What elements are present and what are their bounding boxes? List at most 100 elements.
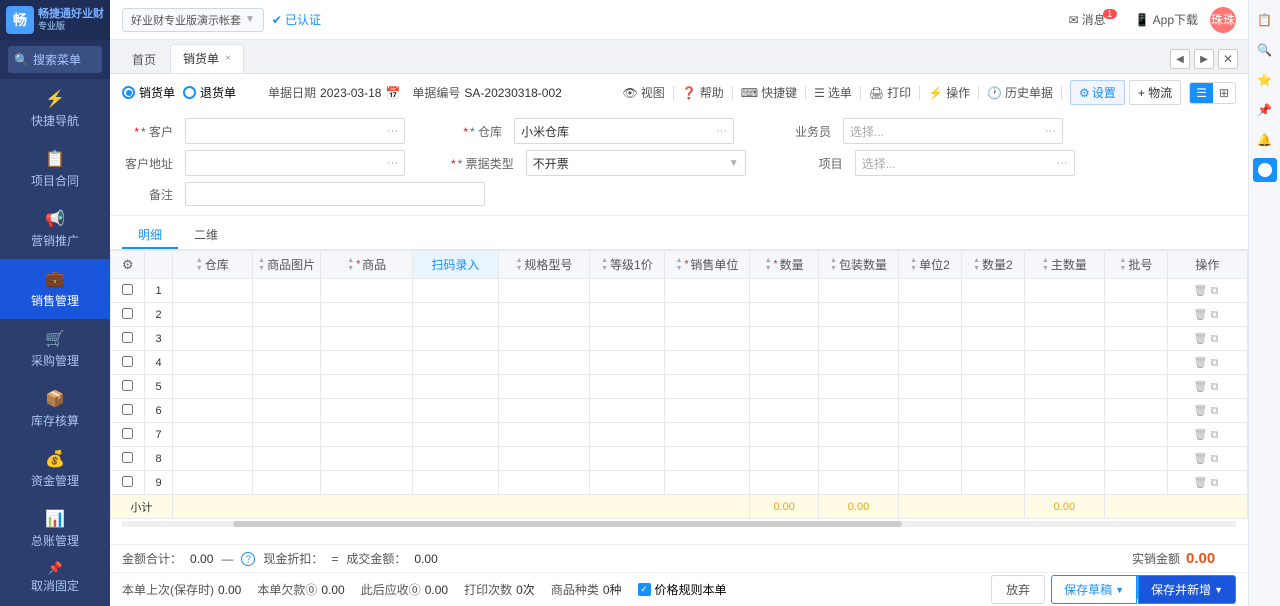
sort-up-icon[interactable]: ▲: [515, 257, 522, 264]
row-3-batch[interactable]: [1104, 327, 1167, 351]
sort-up-icon[interactable]: ▲: [347, 257, 354, 264]
row-2-check[interactable]: [111, 303, 145, 327]
row-1-saleunit[interactable]: [664, 279, 750, 303]
sidebar-item-purchase[interactable]: 🛒 采购管理: [0, 319, 110, 379]
delete-icon[interactable]: 🗑: [1193, 403, 1207, 417]
copy-icon[interactable]: ⧉: [1207, 476, 1221, 490]
toolbar-help-button[interactable]: ❓ 帮助: [678, 82, 728, 103]
doc-date-value[interactable]: 2023-03-18: [320, 86, 381, 100]
col-image-header[interactable]: ▲▼ 商品图片: [252, 251, 321, 279]
row-3-grade[interactable]: [590, 327, 664, 351]
row-1-qty2[interactable]: [961, 279, 1024, 303]
sort-down-icon[interactable]: ▼: [765, 265, 772, 272]
right-panel-btn-2[interactable]: 🔍: [1253, 38, 1277, 62]
col-goods-header[interactable]: ▲▼ *商品: [321, 251, 413, 279]
row-2-grade[interactable]: [590, 303, 664, 327]
row-8-ops[interactable]: 🗑⧉: [1167, 447, 1247, 471]
delete-icon[interactable]: 🗑: [1193, 451, 1207, 465]
row-4-check[interactable]: [111, 351, 145, 375]
copy-icon[interactable]: ⧉: [1207, 356, 1221, 370]
sort-down-icon[interactable]: ▼: [601, 265, 608, 272]
copy-icon[interactable]: ⧉: [1207, 308, 1221, 322]
tab-close-icon[interactable]: ×: [225, 53, 231, 64]
horizontal-scrollbar[interactable]: [110, 519, 1248, 529]
calendar-icon[interactable]: 📅: [385, 86, 400, 100]
delete-icon[interactable]: 🗑: [1193, 283, 1207, 297]
row-1-pkgqty[interactable]: [818, 279, 898, 303]
col-mainqty-header[interactable]: ▲▼ 主数量: [1024, 251, 1104, 279]
row-2-qty[interactable]: [750, 303, 819, 327]
sort-up-icon[interactable]: ▲: [765, 257, 772, 264]
delete-icon[interactable]: 🗑: [1193, 427, 1207, 441]
address-input[interactable]: ···: [185, 150, 405, 176]
row-checkbox[interactable]: [122, 284, 133, 295]
right-panel-btn-6[interactable]: [1253, 158, 1277, 182]
row-2-mainqty[interactable]: [1024, 303, 1104, 327]
row-7-ops[interactable]: 🗑⧉: [1167, 423, 1247, 447]
sort-up-icon[interactable]: ▲: [1042, 257, 1049, 264]
row-2-import[interactable]: [412, 303, 498, 327]
tab-prev-button[interactable]: ◀: [1170, 49, 1190, 69]
sidebar-item-sales[interactable]: 💼 销售管理: [0, 259, 110, 319]
staff-input[interactable]: 选择... ···: [843, 118, 1063, 144]
row-1-qty[interactable]: [750, 279, 819, 303]
sort-down-icon[interactable]: ▼: [910, 265, 917, 272]
row-2-qty2[interactable]: [961, 303, 1024, 327]
delete-icon[interactable]: 🗑: [1193, 475, 1207, 489]
delete-icon[interactable]: 🗑: [1193, 331, 1207, 345]
price-rule-checkbox[interactable]: ✓ 价格规则本单: [638, 581, 727, 598]
sidebar-item-cancel-fixed[interactable]: 📌 取消固定: [0, 555, 110, 600]
help-circle-icon[interactable]: ?: [241, 552, 255, 566]
col-qty-header[interactable]: ▲▼ *数量: [750, 251, 819, 279]
add-logistics-button[interactable]: + 物流: [1129, 80, 1181, 105]
row-2-batch[interactable]: [1104, 303, 1167, 327]
toolbar-ops-button[interactable]: ⚡ 操作: [924, 82, 974, 103]
row-3-qty2[interactable]: [961, 327, 1024, 351]
row-checkbox[interactable]: [122, 476, 133, 487]
sort-down-icon[interactable]: ▼: [973, 265, 980, 272]
copy-icon[interactable]: ⧉: [1207, 380, 1221, 394]
row-checkbox[interactable]: [122, 380, 133, 391]
col-pkgqty-header[interactable]: ▲▼ 包装数量: [818, 251, 898, 279]
toolbar-shortcut-button[interactable]: ⌨ 快捷键: [737, 82, 801, 103]
col-grade-header[interactable]: ▲▼ 等级1价: [590, 251, 664, 279]
copy-icon[interactable]: ⧉: [1207, 284, 1221, 298]
copy-icon[interactable]: ⧉: [1207, 332, 1221, 346]
sort-down-icon[interactable]: ▼: [676, 265, 683, 272]
row-8-check[interactable]: [111, 447, 145, 471]
row-2-spec[interactable]: [498, 303, 590, 327]
sort-up-icon[interactable]: ▲: [601, 257, 608, 264]
row-3-saleunit[interactable]: [664, 327, 750, 351]
message-button[interactable]: ✉ 消息 1: [1069, 11, 1123, 28]
col-import-header[interactable]: 扫码录入: [412, 251, 498, 279]
row-5-check[interactable]: [111, 375, 145, 399]
copy-icon[interactable]: ⧉: [1207, 428, 1221, 442]
sort-down-icon[interactable]: ▼: [347, 265, 354, 272]
company-selector[interactable]: 好业财专业版演示帐套 ▼: [122, 8, 264, 32]
toolbar-view-button[interactable]: 👁 视图: [619, 82, 669, 103]
sort-up-icon[interactable]: ▲: [196, 257, 203, 264]
row-2-saleunit[interactable]: [664, 303, 750, 327]
row-checkbox[interactable]: [122, 452, 133, 463]
subtab-2d[interactable]: 二维: [178, 222, 234, 249]
sidebar-item-accounts[interactable]: 📊 总账管理: [0, 499, 110, 549]
toolbar-print-button[interactable]: 🖨 打印: [865, 82, 915, 103]
row-5-ops[interactable]: 🗑⧉: [1167, 375, 1247, 399]
toolbar-select-button[interactable]: ☰ 选单: [810, 82, 856, 103]
sidebar-item-marketing[interactable]: 📢 营销推广: [0, 199, 110, 259]
row-1-batch[interactable]: [1104, 279, 1167, 303]
invoice-select[interactable]: 不开票 ▼: [526, 150, 746, 176]
row-checkbox[interactable]: [122, 404, 133, 415]
row-1-image[interactable]: [252, 279, 321, 303]
row-3-import[interactable]: [412, 327, 498, 351]
row-checkbox[interactable]: [122, 332, 133, 343]
row-3-warehouse[interactable]: [172, 327, 252, 351]
tab-sale-order[interactable]: 销货单 ×: [170, 44, 244, 73]
col-warehouse-header[interactable]: ▲▼ 仓库: [172, 251, 252, 279]
sort-up-icon[interactable]: ▲: [910, 257, 917, 264]
search-menu-button[interactable]: 🔍 搜索菜单: [8, 46, 102, 73]
delete-icon[interactable]: 🗑: [1193, 355, 1207, 369]
row-7-check[interactable]: [111, 423, 145, 447]
row-3-goods[interactable]: [321, 327, 413, 351]
copy-icon[interactable]: ⧉: [1207, 452, 1221, 466]
